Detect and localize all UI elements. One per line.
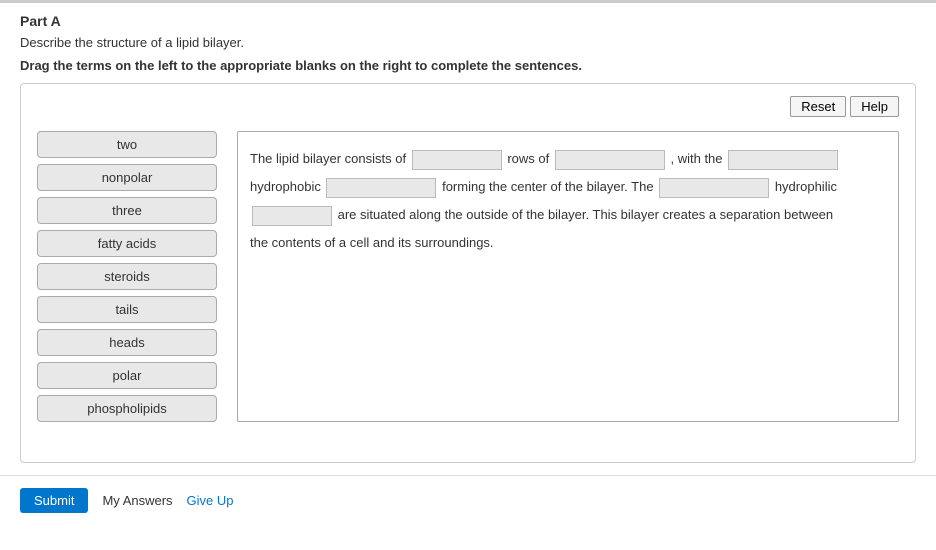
give-up-link[interactable]: Give Up xyxy=(187,493,234,508)
term-polar[interactable]: polar xyxy=(37,362,217,389)
content-area: two nonpolar three fatty acids steroids tails… xyxy=(37,131,899,422)
part-label: Part A xyxy=(20,13,916,29)
sentence-text-3: are situated along the outside of the bi… xyxy=(338,207,834,222)
sentence-text-1c: , with the xyxy=(670,151,722,166)
term-phospholipids[interactable]: phospholipids xyxy=(37,395,217,422)
help-button[interactable]: Help xyxy=(850,96,899,117)
sentences-column: The lipid bilayer consists of rows of , … xyxy=(237,131,899,422)
blank-4[interactable] xyxy=(326,178,436,198)
terms-column: two nonpolar three fatty acids steroids tails… xyxy=(37,131,217,422)
instruction: Drag the terms on the left to the approp… xyxy=(20,58,916,73)
sentence-line-3: are situated along the outside of the bi… xyxy=(250,202,886,228)
sentence-text-1a: The lipid bilayer consists of xyxy=(250,151,406,166)
term-nonpolar[interactable]: nonpolar xyxy=(37,164,217,191)
term-two[interactable]: two xyxy=(37,131,217,158)
term-tails[interactable]: tails xyxy=(37,296,217,323)
sentence-line-2: hydrophobic forming the center of the bi… xyxy=(250,174,886,200)
my-answers-label: My Answers xyxy=(102,493,172,508)
sentence-text-2c: hydrophilic xyxy=(775,179,837,194)
sentence-text-1b: rows of xyxy=(507,151,549,166)
sentence-line-1: The lipid bilayer consists of rows of , … xyxy=(250,146,886,172)
term-fatty-acids[interactable]: fatty acids xyxy=(37,230,217,257)
blank-3[interactable] xyxy=(728,150,838,170)
description: Describe the structure of a lipid bilaye… xyxy=(20,35,916,50)
term-steroids[interactable]: steroids xyxy=(37,263,217,290)
footer: Submit My Answers Give Up xyxy=(0,475,936,525)
top-buttons: Reset Help xyxy=(37,96,899,117)
blank-5[interactable] xyxy=(659,178,769,198)
submit-button[interactable]: Submit xyxy=(20,488,88,513)
term-heads[interactable]: heads xyxy=(37,329,217,356)
sentence-text-2b: forming the center of the bilayer. The xyxy=(442,179,654,194)
blank-1[interactable] xyxy=(412,150,502,170)
sentence-text-4: the contents of a cell and its surroundi… xyxy=(250,235,494,250)
blank-6[interactable] xyxy=(252,206,332,226)
reset-button[interactable]: Reset xyxy=(790,96,846,117)
main-box: Reset Help two nonpolar three fatty acids st… xyxy=(20,83,916,463)
sentence-text-2a: hydrophobic xyxy=(250,179,321,194)
blank-2[interactable] xyxy=(555,150,665,170)
term-three[interactable]: three xyxy=(37,197,217,224)
sentence-line-4: the contents of a cell and its surroundi… xyxy=(250,230,886,256)
